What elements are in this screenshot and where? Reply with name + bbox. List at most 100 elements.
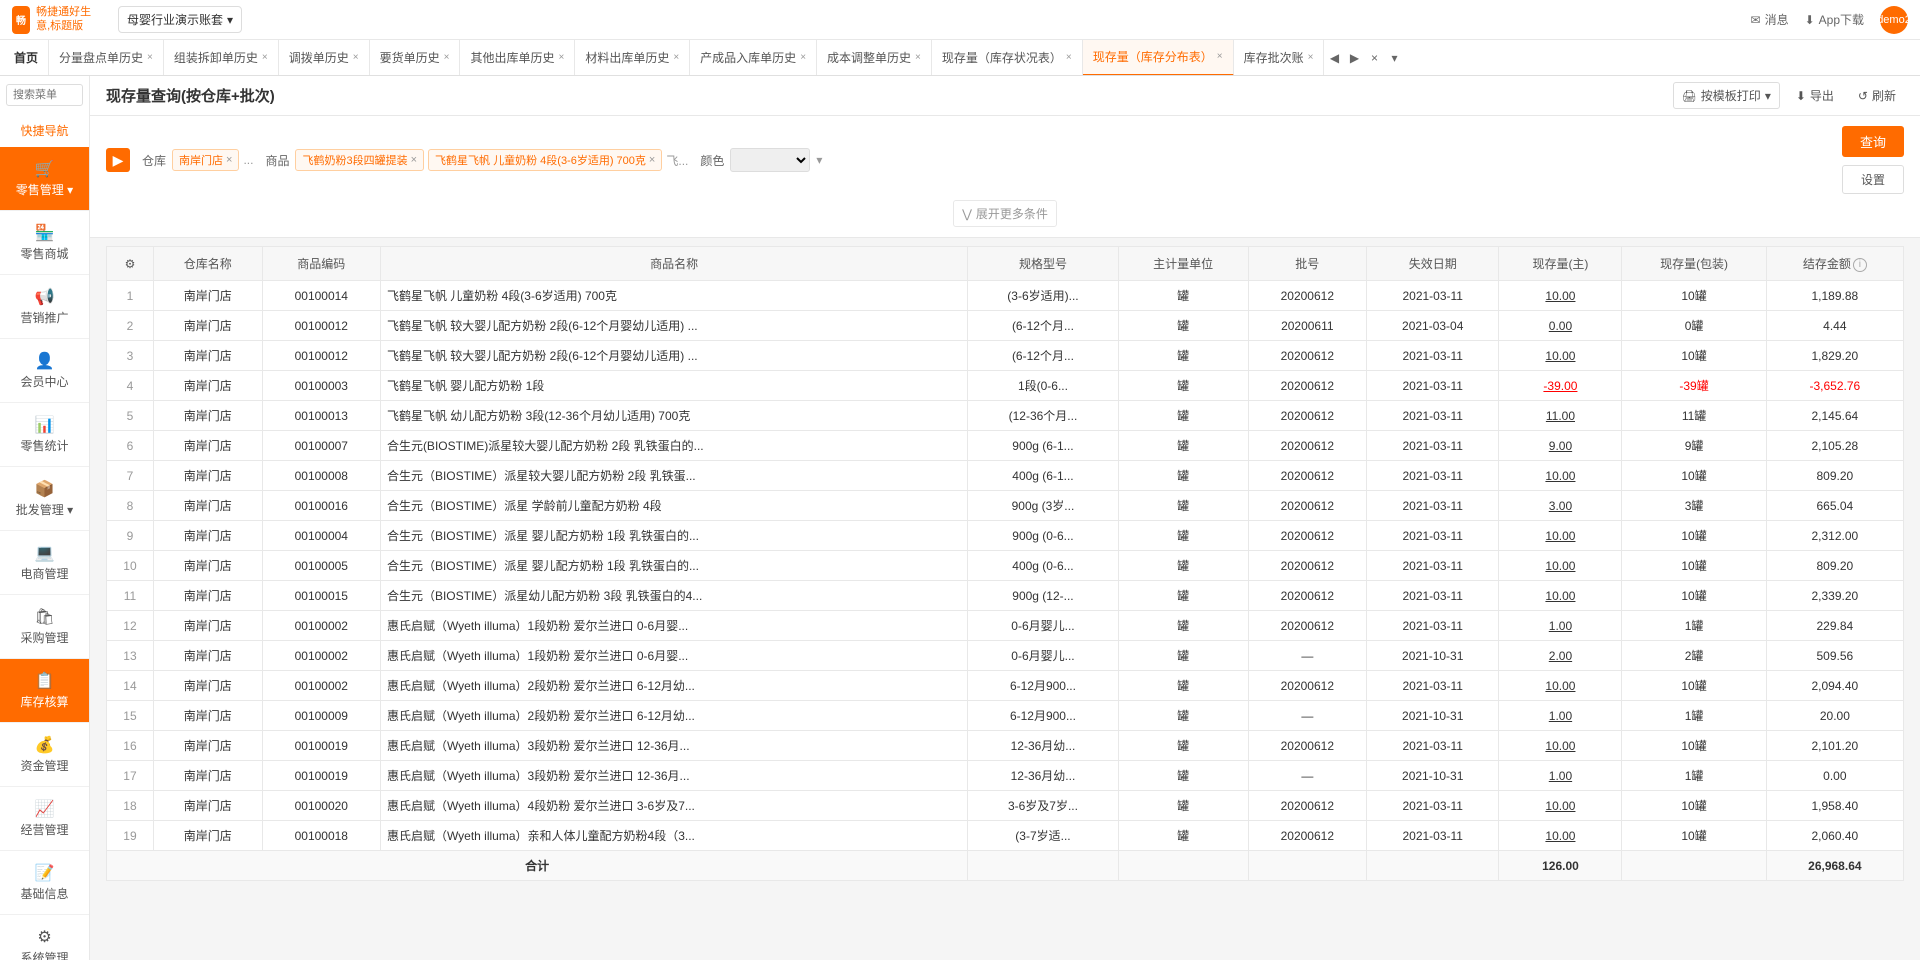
tab-other-out[interactable]: 其他出库单历史 × [460,40,575,76]
sidebar-item-ops[interactable]: 📈 经营管理 [0,787,89,851]
close-icon[interactable]: × [558,52,564,63]
print-btn[interactable]: 🖨 按模板打印 ▾ [1673,82,1780,109]
row-qty-main[interactable]: 10.00 [1499,341,1622,371]
row-index: 6 [107,431,154,461]
row-qty-main[interactable]: 1.00 [1499,761,1622,791]
sidebar-item-finance[interactable]: 💰 资金管理 [0,723,89,787]
info-icon[interactable]: i [1853,258,1867,272]
tab-material-out[interactable]: 材料出库单历史 × [575,40,690,76]
row-qty-main[interactable]: 10.00 [1499,281,1622,311]
row-qty-main[interactable]: 2.00 [1499,641,1622,671]
tab-tiao-bo[interactable]: 调拨单历史 × [279,40,370,76]
col-settings[interactable]: ⚙ [107,247,154,281]
row-qty-main[interactable]: 1.00 [1499,701,1622,731]
account-selector[interactable]: 母婴行业演示账套 ▾ [118,6,242,33]
wholesale-icon: 📦 [0,479,89,499]
row-qty-main[interactable]: 1.00 [1499,611,1622,641]
tab-next-btn[interactable]: ▶ [1344,40,1364,76]
row-unit: 罐 [1118,641,1248,671]
tab-menu-btn[interactable]: ▾ [1384,40,1404,76]
sidebar-item-ecom[interactable]: 💻 电商管理 [0,531,89,595]
close-icon[interactable]: × [1066,52,1072,63]
row-qty-main[interactable]: 10.00 [1499,581,1622,611]
search-input[interactable] [6,84,83,106]
row-amount: 4.44 [1766,311,1903,341]
tab-close-current-btn[interactable]: × [1364,40,1384,76]
sidebar-item-retail[interactable]: 🛒 零售管理 ▾ [0,147,89,211]
row-warehouse: 南岸门店 [153,731,262,761]
close-icon[interactable]: × [915,52,921,63]
row-qty-main[interactable]: 10.00 [1499,521,1622,551]
close-icon[interactable]: × [800,52,806,63]
quick-nav[interactable]: 快捷导航 [0,114,89,147]
export-btn[interactable]: ⬇ 导出 [1788,83,1842,108]
row-qty-main[interactable]: 10.00 [1499,461,1622,491]
row-qty-main[interactable]: -39.00 [1499,371,1622,401]
row-qty-main[interactable]: 10.00 [1499,791,1622,821]
tab-zu-chai[interactable]: 组装拆卸单历史 × [164,40,279,76]
settings-btn[interactable]: 设置 [1842,165,1904,194]
filter-toggle[interactable]: ▶ [106,148,130,172]
row-qty-pkg: 9罐 [1622,431,1766,461]
row-expire: 2021-03-11 [1366,821,1499,851]
sidebar-item-shop[interactable]: 🏪 零售商城 [0,211,89,275]
row-warehouse: 南岸门店 [153,581,262,611]
row-code: 00100002 [262,671,380,701]
close-icon[interactable]: × [444,52,450,63]
tab-prev-btn[interactable]: ◀ [1324,40,1344,76]
close-icon[interactable]: × [673,52,679,63]
sidebar-item-marketing[interactable]: 📢 营销推广 [0,275,89,339]
expand-conditions-btn[interactable]: ⋁ 展开更多条件 [953,200,1057,227]
sidebar-item-basic[interactable]: 📝 基础信息 [0,851,89,915]
close-icon[interactable]: × [1308,52,1314,63]
row-qty-main[interactable]: 10.00 [1499,551,1622,581]
row-qty-main[interactable]: 0.00 [1499,311,1622,341]
row-qty-main[interactable]: 10.00 [1499,821,1622,851]
row-qty-main[interactable]: 9.00 [1499,431,1622,461]
close-icon[interactable]: × [1217,51,1223,62]
close-icon[interactable]: × [353,52,359,63]
sidebar-item-system[interactable]: ⚙ 系统管理 [0,915,89,960]
tab-home[interactable]: 首页 [4,40,49,76]
message-btn[interactable]: ✉ 消息 [1751,11,1789,28]
row-unit: 罐 [1118,701,1248,731]
row-qty-pkg: 10罐 [1622,461,1766,491]
row-index: 13 [107,641,154,671]
tab-fen-pan[interactable]: 分量盘点单历史 × [49,40,164,76]
warehouse-tag[interactable]: 南岸门店 × [172,149,239,171]
tab-stock-batch[interactable]: 库存批次账 × [1234,40,1325,76]
app-download-btn[interactable]: ⬇ App下载 [1805,11,1864,28]
remove-product-1-icon[interactable]: × [649,154,655,166]
row-unit: 罐 [1118,731,1248,761]
tab-cost-adj[interactable]: 成本调整单历史 × [817,40,932,76]
query-btn[interactable]: 查询 [1842,126,1904,157]
row-qty-main[interactable]: 11.00 [1499,401,1622,431]
remove-product-0-icon[interactable]: × [411,154,417,166]
sidebar-item-stat[interactable]: 📊 零售统计 [0,403,89,467]
sidebar-item-member[interactable]: 👤 会员中心 [0,339,89,403]
sidebar-item-wholesale[interactable]: 📦 批发管理 ▾ [0,467,89,531]
sidebar-item-stock[interactable]: 📋 库存核算 [0,659,89,723]
row-qty-main[interactable]: 3.00 [1499,491,1622,521]
tab-stock-dist[interactable]: 现存量（库存分布表）× [1083,40,1234,76]
row-index: 3 [107,341,154,371]
remove-warehouse-icon[interactable]: × [226,154,232,166]
tab-yao-huo[interactable]: 要货单历史 × [370,40,461,76]
avatar[interactable]: demo2 [1880,6,1908,34]
table-row: 11南岸门店00100015合生元（BIOSTIME）派星幼儿配方奶粉 3段 乳… [107,581,1904,611]
row-amount: 2,145.64 [1766,401,1903,431]
row-warehouse: 南岸门店 [153,641,262,671]
row-qty-main[interactable]: 10.00 [1499,671,1622,701]
tab-product-in[interactable]: 产成品入库单历史 × [690,40,817,76]
product-tag-0[interactable]: 飞鹤奶粉3段四罐提装 × [295,149,424,171]
row-batch: 20200612 [1248,521,1366,551]
close-icon[interactable]: × [147,52,153,63]
color-select[interactable] [730,148,810,172]
sidebar-item-purchase[interactable]: 🛍 采购管理 [0,595,89,659]
tab-stock-status[interactable]: 现存量（库存状况表）× [932,40,1083,76]
row-qty-main[interactable]: 10.00 [1499,731,1622,761]
row-amount: 665.04 [1766,491,1903,521]
refresh-btn[interactable]: ↺ 刷新 [1850,83,1904,108]
product-tag-1[interactable]: 飞鹤星飞帆 儿童奶粉 4段(3-6岁适用) 700克 × [428,149,662,171]
close-icon[interactable]: × [262,52,268,63]
